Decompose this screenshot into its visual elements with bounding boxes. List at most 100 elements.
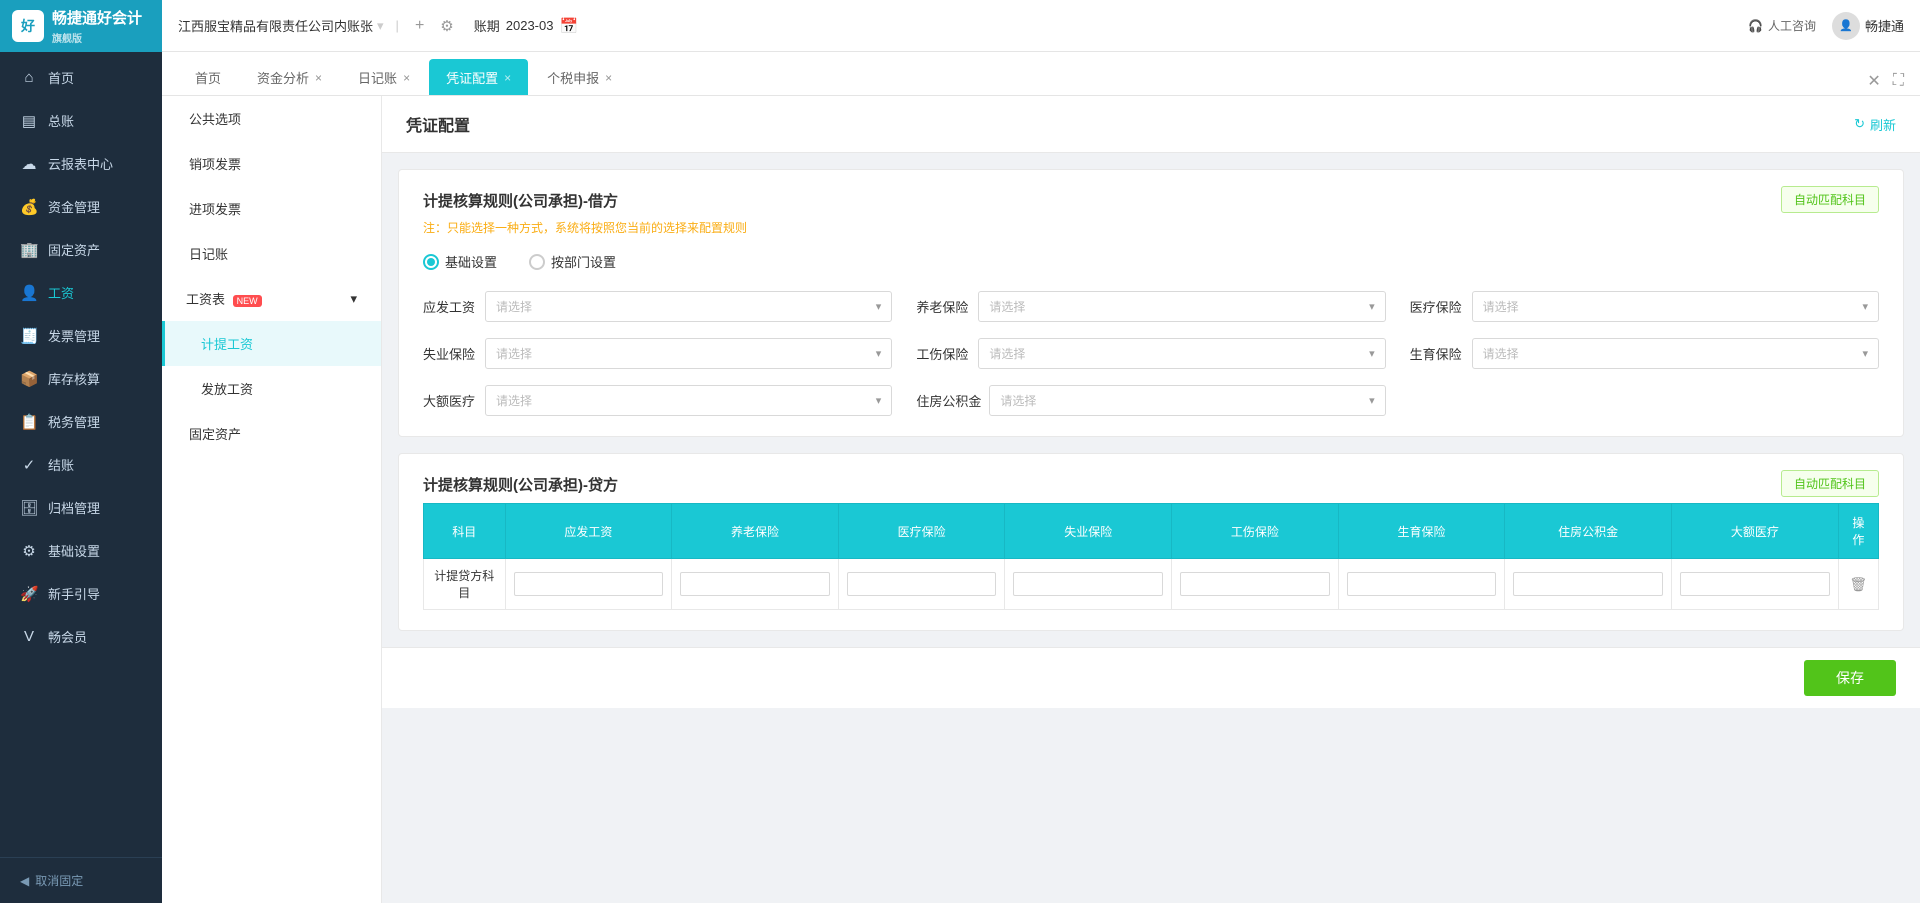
close-account-icon: ✓: [20, 456, 38, 474]
tab-tax-return[interactable]: 个税申报 ×: [530, 59, 629, 95]
tab-home[interactable]: 首页: [178, 59, 238, 95]
sidebar-item-cloud-report[interactable]: ☁ 云报表中心: [0, 142, 162, 185]
tab-close-fund[interactable]: ×: [315, 71, 322, 85]
close-window-btn[interactable]: ✕: [1867, 71, 1880, 91]
app-logo: 好 畅捷通好会计 旗舰版: [0, 0, 162, 52]
input-daeyiliao[interactable]: [1680, 572, 1830, 596]
input-zhufang[interactable]: [1513, 572, 1663, 596]
tab-journal[interactable]: 日记账 ×: [341, 59, 427, 95]
sidebar-item-member[interactable]: V 畅会员: [0, 615, 162, 658]
input-yingfa[interactable]: [514, 572, 664, 596]
input-shengyu[interactable]: [1347, 572, 1497, 596]
radio-basic[interactable]: 基础设置: [423, 252, 497, 271]
debit-section-note: 注：只能选择一种方式，系统将按照您当前的选择来配置规则: [423, 219, 1879, 236]
form-item-yingfa: 应发工资 请选择 ▾: [423, 291, 892, 322]
archive-icon: 🗄: [20, 499, 38, 517]
sidebar-item-settings[interactable]: ⚙ 基础设置: [0, 529, 162, 572]
td-yiliao[interactable]: [838, 559, 1005, 610]
sidebar-item-tax[interactable]: 📋 税务管理: [0, 400, 162, 443]
form-item-zhufang: 住房公积金 请选择 ▾: [916, 385, 1385, 416]
add-company-btn[interactable]: +: [411, 17, 428, 35]
input-yanglao[interactable]: [680, 572, 830, 596]
company-selector[interactable]: 江西服宝精品有限责任公司内账张 ▾: [178, 16, 384, 35]
td-yingfa[interactable]: [505, 559, 672, 610]
tab-close-voucher[interactable]: ×: [504, 71, 511, 85]
headset-icon: 🎧: [1748, 19, 1763, 33]
input-gongshang[interactable]: [1180, 572, 1330, 596]
radio-dept[interactable]: 按部门设置: [529, 252, 616, 271]
refresh-btn[interactable]: ↻ 刷新: [1854, 115, 1896, 134]
sidebar-nav: ⌂ 首页 ▤ 总账 ☁ 云报表中心 💰 资金管理 🏢 固定资产 👤 工资 🧾 发…: [0, 52, 162, 857]
input-shiye[interactable]: [1013, 572, 1163, 596]
sidebar-item-ledger[interactable]: ▤ 总账: [0, 99, 162, 142]
sidebar-item-invoice[interactable]: 🧾 发票管理: [0, 314, 162, 357]
sidebar-item-close-account[interactable]: ✓ 结账: [0, 443, 162, 486]
label-yanglao: 养老保险: [916, 297, 970, 316]
settings-gear-icon[interactable]: ⚙: [440, 17, 453, 35]
td-daeyiliao[interactable]: [1672, 559, 1839, 610]
menu-journal[interactable]: 日记账: [162, 231, 381, 276]
td-yanglao[interactable]: [672, 559, 839, 610]
period-value[interactable]: 2023-03: [506, 18, 554, 33]
tabbar-right: ✕ ⛶: [1867, 71, 1904, 95]
select-gongshang[interactable]: 请选择 ▾: [978, 338, 1385, 369]
auto-match-debit-btn[interactable]: 自动匹配科目: [1781, 186, 1879, 213]
content-sidebar: 公共选项 销项发票 进项发票 日记账 工资表 NEW ▾ 计提工资: [162, 96, 382, 903]
auto-match-credit-btn[interactable]: 自动匹配科目: [1781, 470, 1879, 497]
menu-sales-invoice[interactable]: 销项发票: [162, 141, 381, 186]
td-zhufang[interactable]: [1505, 559, 1672, 610]
select-shiye[interactable]: 请选择 ▾: [485, 338, 892, 369]
tab-fund-analysis[interactable]: 资金分析 ×: [240, 59, 339, 95]
calendar-icon[interactable]: 📅: [559, 17, 578, 35]
select-arrow-daeyiliao: ▾: [876, 394, 882, 407]
sidebar-item-salary[interactable]: 👤 工资: [0, 271, 162, 314]
menu-purchase-invoice[interactable]: 进项发票: [162, 186, 381, 231]
td-shengyu[interactable]: [1338, 559, 1505, 610]
select-arrow-gongshang: ▾: [1369, 347, 1375, 360]
logo-text: 畅捷通好会计 旗舰版: [52, 7, 142, 45]
td-gongshang[interactable]: [1172, 559, 1339, 610]
sidebar-item-inventory[interactable]: 📦 库存核算: [0, 357, 162, 400]
select-arrow-zhufang: ▾: [1369, 394, 1375, 407]
label-shengyu: 生育保险: [1410, 344, 1464, 363]
td-subject-label: 计提贷方科目: [424, 559, 506, 610]
debit-form-grid: 应发工资 请选择 ▾ 养老保险 请选择 ▾ 医疗: [423, 291, 1879, 416]
salary-icon: 👤: [20, 284, 38, 302]
avatar: 👤: [1832, 12, 1860, 40]
td-shiye[interactable]: [1005, 559, 1172, 610]
save-button[interactable]: 保存: [1804, 660, 1896, 696]
sidebar-item-home[interactable]: ⌂ 首页: [0, 56, 162, 99]
sidebar: 好 畅捷通好会计 旗舰版 ⌂ 首页 ▤ 总账 ☁ 云报表中心 💰 资金管理 🏢 …: [0, 0, 162, 903]
maximize-window-btn[interactable]: ⛶: [1893, 72, 1904, 90]
form-item-yiliao: 医疗保险 请选择 ▾: [1410, 291, 1879, 322]
tab-voucher-config[interactable]: 凭证配置 ×: [429, 59, 528, 95]
tab-close-tax[interactable]: ×: [605, 71, 612, 85]
sidebar-item-guide[interactable]: 🚀 新手引导: [0, 572, 162, 615]
menu-fixed-asset[interactable]: 固定资产: [162, 411, 381, 456]
sidebar-item-fund[interactable]: 💰 资金管理: [0, 185, 162, 228]
select-shengyu[interactable]: 请选择 ▾: [1472, 338, 1879, 369]
menu-payroll-group[interactable]: 工资表 NEW ▾: [162, 276, 381, 321]
sidebar-item-archive[interactable]: 🗄 归档管理: [0, 486, 162, 529]
menu-pay-salary[interactable]: 发放工资: [162, 366, 381, 411]
select-yiliao[interactable]: 请选择 ▾: [1472, 291, 1879, 322]
menu-accrual-salary[interactable]: 计提工资: [162, 321, 381, 366]
label-yiliao: 医疗保险: [1410, 297, 1464, 316]
table-row: 计提贷方科目 🗑: [424, 559, 1879, 610]
support-btn[interactable]: 🎧 人工咨询: [1748, 17, 1816, 34]
debit-section-title: 计提核算规则(公司承担)-借方: [423, 190, 1879, 211]
td-action: 🗑: [1838, 559, 1878, 610]
sidebar-item-fixed-asset[interactable]: 🏢 固定资产: [0, 228, 162, 271]
delete-row-btn[interactable]: 🗑: [1849, 576, 1867, 592]
menu-public-options[interactable]: 公共选项: [162, 96, 381, 141]
select-yanglao[interactable]: 请选择 ▾: [978, 291, 1385, 322]
content-area: 公共选项 销项发票 进项发票 日记账 工资表 NEW ▾ 计提工资: [162, 96, 1920, 903]
user-menu[interactable]: 👤 畅捷通: [1832, 12, 1904, 40]
cancel-pin-btn[interactable]: ◀ 取消固定: [0, 857, 162, 903]
input-yiliao[interactable]: [847, 572, 997, 596]
form-item-gongshang: 工伤保险 请选择 ▾: [916, 338, 1385, 369]
select-daeyiliao[interactable]: 请选择 ▾: [485, 385, 892, 416]
select-yingfa[interactable]: 请选择 ▾: [485, 291, 892, 322]
select-zhufang[interactable]: 请选择 ▾: [989, 385, 1385, 416]
tab-close-journal[interactable]: ×: [403, 71, 410, 85]
